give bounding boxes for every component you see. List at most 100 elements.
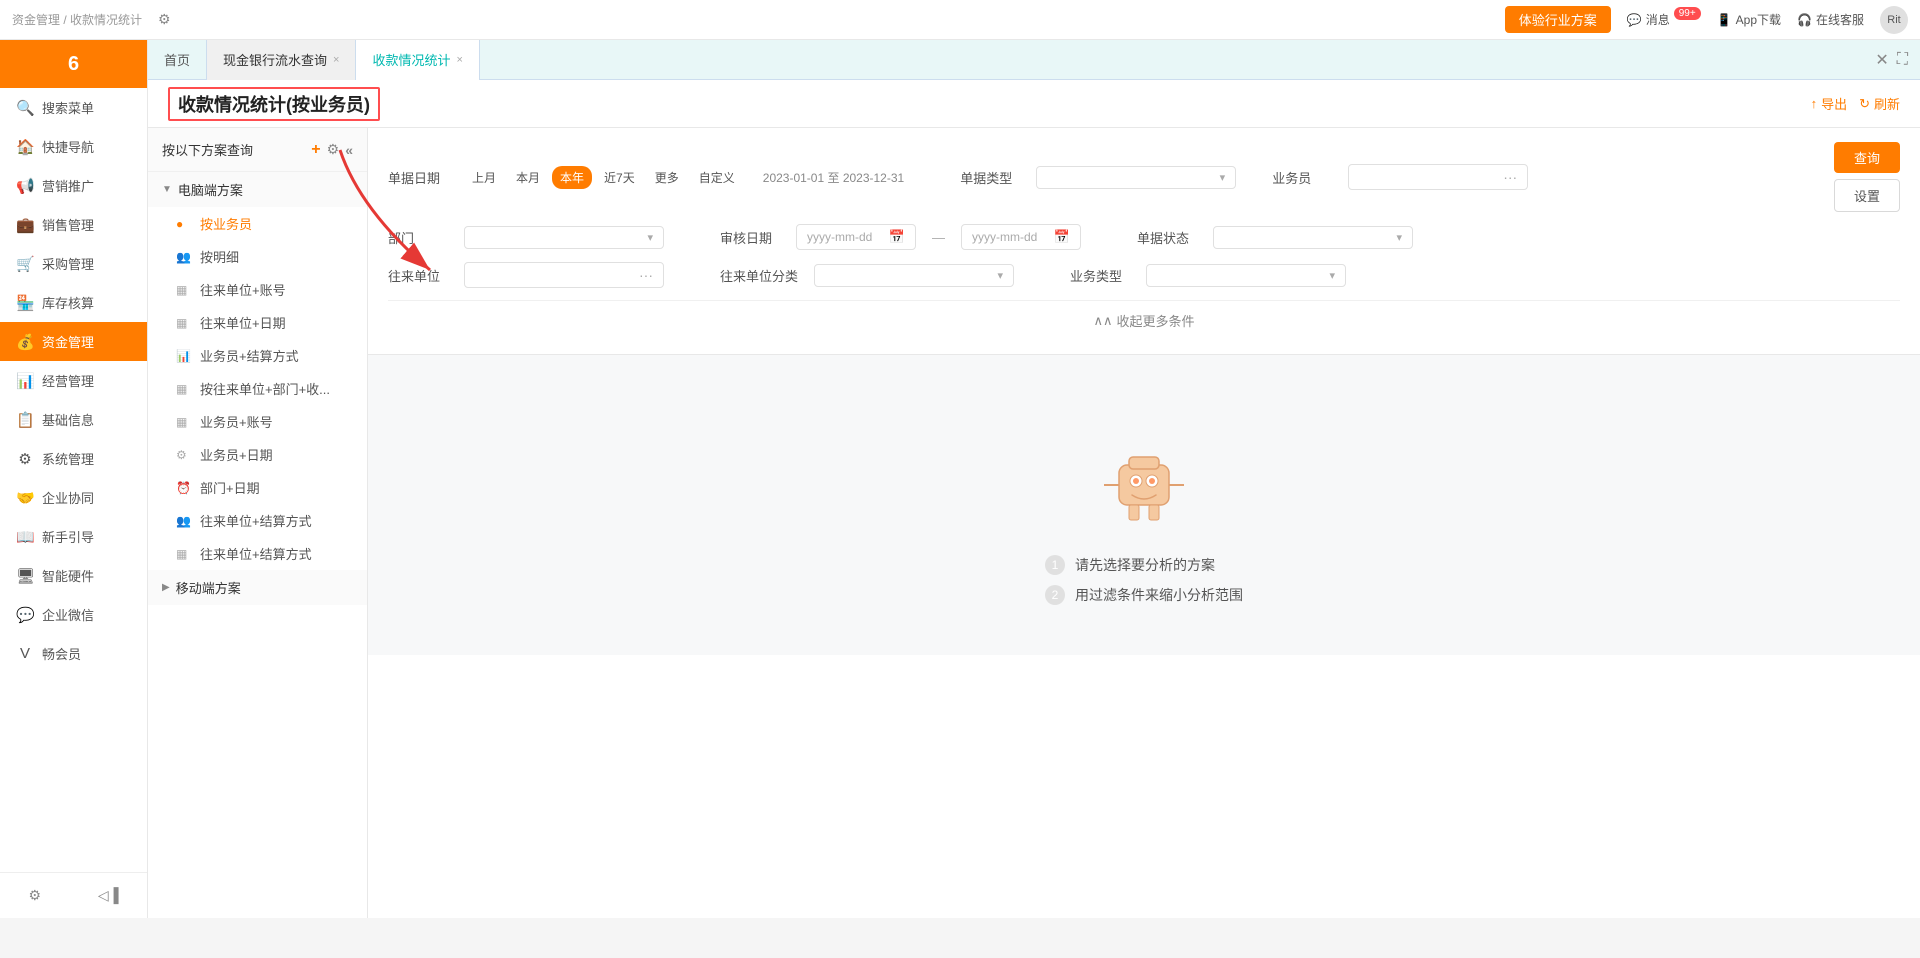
date-tab-7days[interactable]: 近7天 (596, 166, 643, 189)
page-title-actions: ↑ 导出 ↻ 刷新 (1811, 94, 1900, 113)
mobile-group-header[interactable]: ▶ 移动端方案 (148, 570, 367, 605)
sidebar-item-marketing[interactable]: 📢 营销推广 (0, 166, 147, 205)
settings-bottom-icon[interactable]: ⚙ (24, 883, 45, 908)
collapse-sidebar-icon[interactable]: ◁▐ (94, 883, 123, 908)
date-tab-this-year[interactable]: 本年 (552, 166, 592, 189)
doc-status-label: 单据状态 (1137, 228, 1197, 247)
collapse-panel-icon[interactable]: « (345, 142, 353, 158)
salesman-dots[interactable]: ··· (1503, 169, 1517, 185)
sidebar-item-sales[interactable]: 💼 销售管理 (0, 205, 147, 244)
scheme-item-counterpart-date[interactable]: ▦ 往来单位+日期 (148, 306, 367, 339)
scheme-ss-label: 业务员+结算方式 (200, 346, 299, 365)
add-scheme-icon[interactable]: + (311, 141, 320, 159)
sidebar-item-system[interactable]: ⚙ 系统管理 (0, 439, 147, 478)
sidebar-item-enterprise[interactable]: 🤝 企业协同 (0, 478, 147, 517)
download-icon: 📱 (1717, 13, 1732, 27)
refresh-button[interactable]: ↻ 刷新 (1859, 94, 1900, 113)
salesman-select[interactable]: ··· (1348, 164, 1528, 190)
step-2-text: 用过滤条件来缩小分析范围 (1075, 585, 1243, 605)
counterpart-select[interactable]: ··· (464, 262, 664, 288)
doc-status-arrow: ▾ (1396, 231, 1402, 244)
dept-label: 部门 (388, 228, 448, 247)
review-date-start[interactable]: yyyy-mm-dd 📅 (796, 224, 916, 250)
scheme-item-salesman-account[interactable]: ▦ 业务员+账号 (148, 405, 367, 438)
refresh-icon: ↻ (1859, 96, 1870, 112)
query-button[interactable]: 查询 (1834, 142, 1900, 173)
sidebar-item-wechat[interactable]: 💬 企业微信 (0, 595, 147, 634)
step-num-2: 2 (1045, 585, 1065, 605)
scheme-item-counterpart-settle1[interactable]: 👥 往来单位+结算方式 (148, 504, 367, 537)
scheme-item-counterpart-account[interactable]: ▦ 往来单位+账号 (148, 273, 367, 306)
scheme-item-counterpart-settle2[interactable]: ▦ 往来单位+结算方式 (148, 537, 367, 570)
calendar-start-icon[interactable]: 📅 (889, 229, 905, 245)
right-content: 单据日期 上月 本月 本年 近7天 更多 自定义 2023-01-01 至 20… (368, 128, 1920, 918)
export-label: 导出 (1821, 94, 1847, 113)
left-panel-header: 按以下方案查询 + ⚙ « (148, 128, 367, 172)
desktop-scheme-group: ▼ 电脑端方案 ● 按业务员 👥 按明细 ▦ 往来单位+账号 ▦ 往来单 (148, 172, 367, 570)
sidebar-item-quicknav[interactable]: 🏠 快捷导航 (0, 127, 147, 166)
sidebar-item-operations[interactable]: 📊 经营管理 (0, 361, 147, 400)
sidebar-item-inventory[interactable]: 🏪 库存核算 (0, 283, 147, 322)
review-date-end[interactable]: yyyy-mm-dd 📅 (961, 224, 1081, 250)
sidebar-item-finance[interactable]: 💰 资金管理 (0, 322, 147, 361)
date-tab-this-month[interactable]: 本月 (508, 166, 548, 189)
user-avatar[interactable]: Rit (1880, 6, 1908, 34)
breadcrumb: 资金管理 / 收款情况统计 (12, 11, 142, 28)
scheme-item-salesman[interactable]: ● 按业务员 (148, 207, 367, 240)
messages-item[interactable]: 💬 消息 99+ (1627, 11, 1701, 28)
counterpart-class-select[interactable]: ▾ (814, 264, 1014, 287)
scheme-item-detail[interactable]: 👥 按明细 (148, 240, 367, 273)
sidebar-item-search[interactable]: 🔍 搜索菜单 (0, 88, 147, 127)
gear-icon[interactable]: ⚙ (158, 11, 171, 28)
calendar-end-icon[interactable]: 📅 (1054, 229, 1070, 245)
business-type-select[interactable]: ▾ (1146, 264, 1346, 287)
close-window-icon[interactable]: ✕ (1875, 50, 1888, 70)
maximize-icon[interactable]: ⛶ (1897, 51, 1908, 69)
date-tab-more[interactable]: 更多 (647, 166, 687, 189)
scheme-sd-label: 业务员+日期 (200, 445, 273, 464)
scheme-settings-icon[interactable]: ⚙ (327, 141, 340, 158)
export-button[interactable]: ↑ 导出 (1811, 94, 1848, 113)
tab-cashflow[interactable]: 现金银行流水查询 × (207, 40, 356, 80)
basic-icon: 📋 (16, 411, 34, 429)
settings-button[interactable]: 设置 (1834, 179, 1900, 212)
dept-select[interactable]: ▾ (464, 226, 664, 249)
trial-button[interactable]: 体验行业方案 (1505, 6, 1611, 33)
marketing-icon: 📢 (16, 177, 34, 195)
logo-text: 6 (68, 53, 79, 76)
desktop-group-header[interactable]: ▼ 电脑端方案 (148, 172, 367, 207)
scheme-salesman-label: 按业务员 (200, 214, 252, 233)
online-service-item[interactable]: 🎧 在线客服 (1797, 11, 1864, 28)
scheme-sa-icon: ▦ (176, 415, 192, 429)
counterpart-class-label: 往来单位分类 (720, 266, 798, 285)
scheme-cs1-icon: 👥 (176, 514, 192, 528)
message-icon: 💬 (1627, 13, 1642, 27)
sidebar-item-guide[interactable]: 📖 新手引导 (0, 517, 147, 556)
sidebar-item-purchase[interactable]: 🛒 采购管理 (0, 244, 147, 283)
scheme-item-salesman-date[interactable]: ⚙ 业务员+日期 (148, 438, 367, 471)
collapse-bar[interactable]: ∧∧ 收起更多条件 (388, 300, 1900, 340)
tab-receipts[interactable]: 收款情况统计 × (356, 40, 479, 80)
counterpart-dots[interactable]: ··· (639, 267, 653, 283)
scheme-item-dept-date[interactable]: ⏰ 部门+日期 (148, 471, 367, 504)
scheme-item-salesman-settle[interactable]: 📊 业务员+结算方式 (148, 339, 367, 372)
sales-icon: 💼 (16, 216, 34, 234)
filter-row-1: 单据日期 上月 本月 本年 近7天 更多 自定义 2023-01-01 至 20… (388, 142, 1900, 212)
date-tab-custom[interactable]: 自定义 (691, 166, 743, 189)
scheme-cdep-icon: ▦ (176, 382, 192, 396)
scheme-item-counterpart-dept[interactable]: ▦ 按往来单位+部门+收... (148, 372, 367, 405)
desktop-group-label: 电脑端方案 (178, 180, 243, 199)
close-cashflow-icon[interactable]: × (333, 54, 339, 66)
date-dash: — (932, 230, 945, 245)
doc-status-select[interactable]: ▾ (1213, 226, 1413, 249)
close-receipts-icon[interactable]: × (456, 54, 462, 66)
mobile-group-label: 移动端方案 (176, 578, 241, 597)
sidebar-item-basic[interactable]: 📋 基础信息 (0, 400, 147, 439)
sidebar-item-member[interactable]: V 畅会员 (0, 634, 147, 673)
tab-home[interactable]: 首页 (148, 40, 207, 80)
sidebar-item-hardware[interactable]: 🖥 智能硬件 (0, 556, 147, 595)
date-tab-last-month[interactable]: 上月 (464, 166, 504, 189)
business-type-label: 业务类型 (1070, 266, 1130, 285)
doc-type-select[interactable]: ▾ (1036, 166, 1236, 189)
app-download-item[interactable]: 📱 App下载 (1717, 11, 1781, 28)
